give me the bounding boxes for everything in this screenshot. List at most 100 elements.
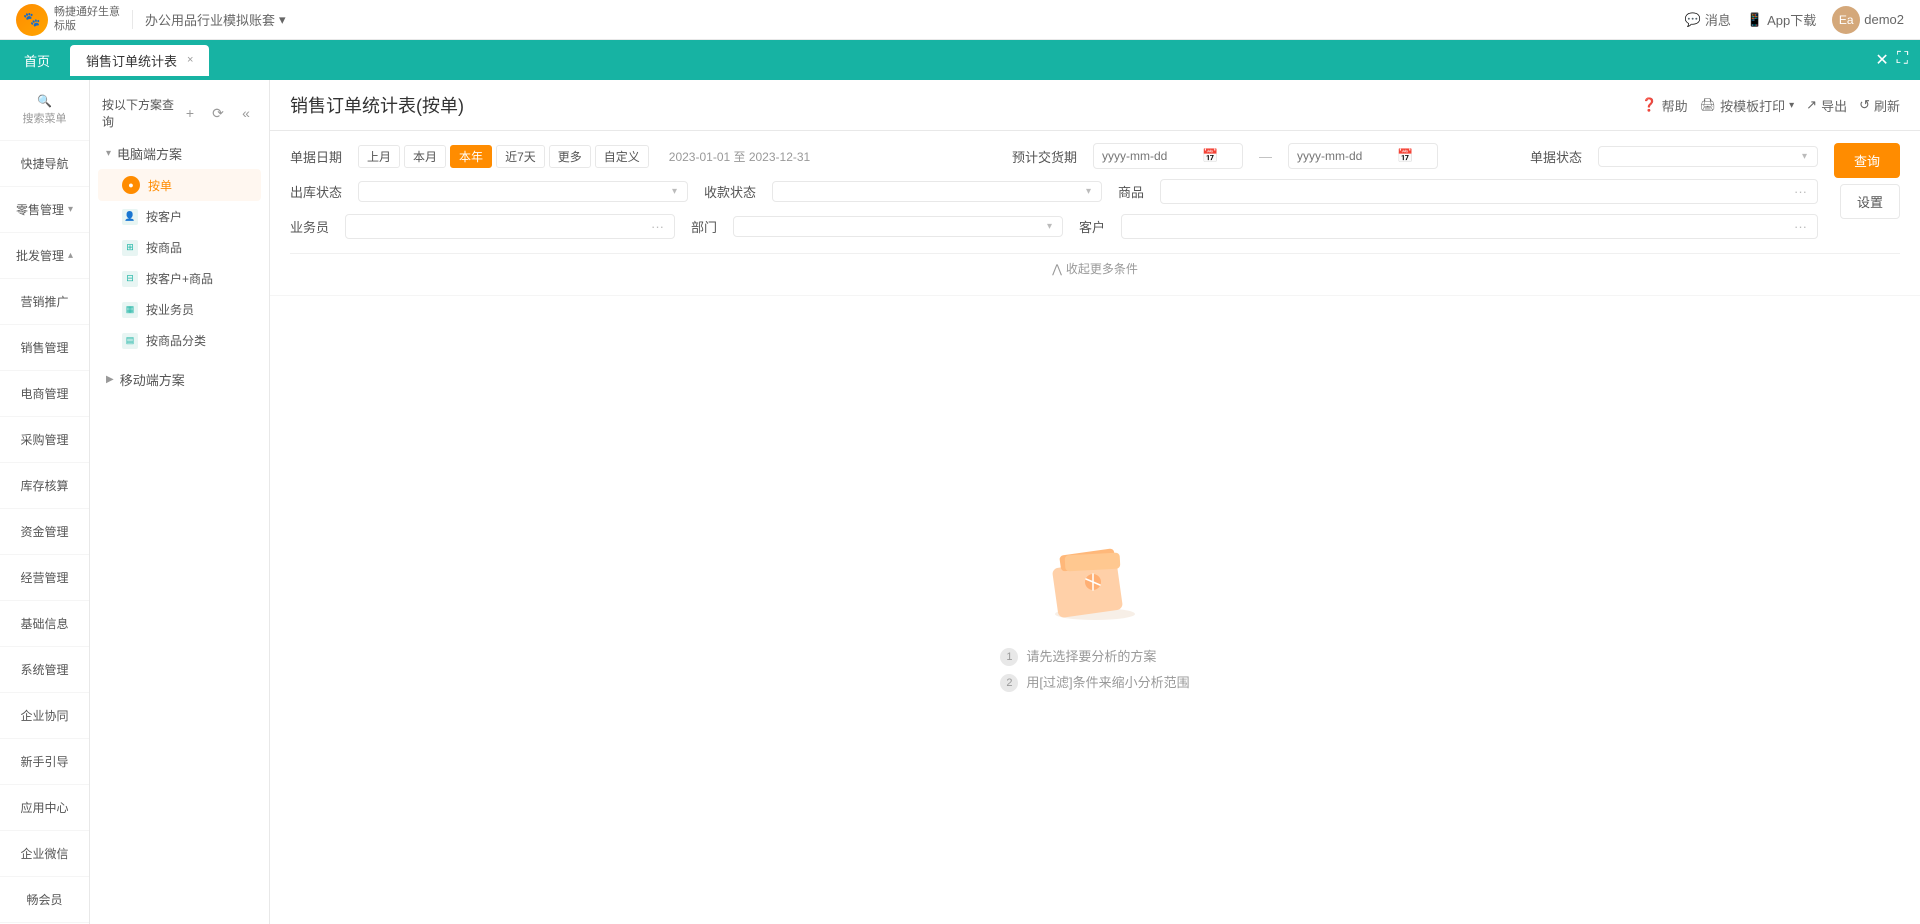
- customer-more-icon[interactable]: ···: [1794, 219, 1807, 234]
- download-button[interactable]: 📱 App下载: [1747, 10, 1816, 29]
- expected-delivery-label: 预计交货期: [1012, 147, 1077, 166]
- goods-more-icon[interactable]: ···: [1794, 184, 1807, 199]
- status-label: 单据状态: [1530, 147, 1582, 166]
- filter-row-status: 出库状态 ▾ 收款状态 ▾ 商品: [290, 179, 1818, 204]
- date-btn-custom[interactable]: 自定义: [595, 145, 649, 168]
- date-btn-this-month[interactable]: 本月: [404, 145, 446, 168]
- help-button[interactable]: ❓ 帮助: [1641, 96, 1687, 115]
- scheme-goods-icon: ⊞: [122, 240, 138, 256]
- collapse-panel-button[interactable]: «: [235, 102, 257, 124]
- logo-icon: 🐾: [16, 4, 48, 36]
- date-btn-this-year[interactable]: 本年: [450, 145, 492, 168]
- sidebar-item-enterprise[interactable]: 企业协同: [0, 693, 89, 739]
- avatar: Ea: [1832, 6, 1860, 34]
- help-icon: ❓: [1641, 97, 1657, 113]
- tab-home[interactable]: 首页: [8, 45, 66, 76]
- app-selector[interactable]: 办公用品行业模拟账套 ▾: [132, 10, 286, 29]
- date-btn-last-month[interactable]: 上月: [358, 145, 400, 168]
- sidebar-item-appcenter[interactable]: 应用中心: [0, 785, 89, 831]
- scheme-category-mobile[interactable]: ▶ 移动端方案: [98, 364, 261, 395]
- tab-sales-stat[interactable]: 销售订单统计表 ×: [70, 45, 209, 76]
- delivery-select-arrow: ▾: [672, 186, 677, 197]
- delivery-date-start-input[interactable]: [1102, 149, 1202, 163]
- chevron-icon: ▴: [68, 250, 73, 261]
- logo-text: 畅捷通好生意 标版: [54, 6, 120, 32]
- setting-button[interactable]: 设置: [1840, 184, 1900, 219]
- delivery-date-start[interactable]: 📅: [1093, 143, 1243, 169]
- sidebar-item-system[interactable]: 系统管理: [0, 647, 89, 693]
- sidebar-item-sales[interactable]: 销售管理: [0, 325, 89, 371]
- scheme-category-pc[interactable]: ▾ 电脑端方案: [98, 138, 261, 169]
- sidebar-item-ecommerce[interactable]: 电商管理: [0, 371, 89, 417]
- chevron-icon: ▾: [68, 204, 73, 215]
- date-btn-more[interactable]: 更多: [549, 145, 591, 168]
- sidebar-item-basic[interactable]: 基础信息: [0, 601, 89, 647]
- sidebar-item-member[interactable]: 畅会员: [0, 877, 89, 923]
- scheme-item-by-category[interactable]: ▤ 按商品分类: [98, 325, 261, 356]
- tab-close-icon[interactable]: ×: [187, 54, 193, 66]
- top-bar-left: 🐾 畅捷通好生意 标版 办公用品行业模拟账套 ▾: [16, 4, 286, 36]
- payment-status-label: 收款状态: [704, 182, 756, 201]
- filter-area: 单据日期 上月 本月 本年 近7天 更多 自定义 2023-01-01 至 20…: [270, 131, 1920, 295]
- salesperson-more-icon[interactable]: ···: [651, 219, 664, 234]
- sidebar-item-finance[interactable]: 资金管理: [0, 509, 89, 555]
- add-scheme-button[interactable]: +: [179, 102, 201, 124]
- tab-minimize-icon[interactable]: ✕: [1875, 50, 1888, 70]
- sidebar-item-wholesale[interactable]: 批发管理 ▴: [0, 233, 89, 279]
- sidebar-item-wechat[interactable]: 企业微信: [0, 831, 89, 877]
- payment-status-select[interactable]: ▾: [772, 181, 1102, 202]
- refresh-button[interactable]: ↺ 刷新: [1859, 96, 1900, 115]
- scheme-item-by-order[interactable]: ● 按单: [98, 169, 261, 201]
- date-shortcuts: 上月 本月 本年 近7天 更多 自定义: [358, 145, 649, 168]
- sidebar-item-inventory[interactable]: 库存核算: [0, 463, 89, 509]
- left-panel: 按以下方案查询 + ⟳ « ▾ 电脑端方案 ● 按单 👤 按客户: [90, 80, 270, 924]
- status-select[interactable]: ▾: [1598, 146, 1818, 167]
- query-button[interactable]: 查询: [1834, 143, 1900, 178]
- top-bar-right: 💬 消息 📱 App下载 Ea demo2: [1685, 6, 1904, 34]
- payment-select-arrow: ▾: [1086, 186, 1091, 197]
- calendar-icon: 📅: [1202, 148, 1218, 164]
- refresh-icon: ↺: [1859, 97, 1870, 113]
- top-bar: 🐾 畅捷通好生意 标版 办公用品行业模拟账套 ▾ 💬 消息 📱 App下载 Ea…: [0, 0, 1920, 40]
- user-area[interactable]: Ea demo2: [1832, 6, 1904, 34]
- scheme-item-by-goods[interactable]: ⊞ 按商品: [98, 232, 261, 263]
- sidebar-item-marketing[interactable]: 营销推广: [0, 279, 89, 325]
- print-arrow-icon: ▾: [1789, 100, 1794, 111]
- logo-area: 🐾 畅捷通好生意 标版: [16, 4, 120, 36]
- main-layout: 🔍 搜索菜单 快捷导航 零售管理 ▾ 批发管理 ▴ 营销推广 销售管理 电商管理…: [0, 80, 1920, 924]
- goods-label: 商品: [1118, 182, 1144, 201]
- scheme-item-by-salesperson[interactable]: ▦ 按业务员: [98, 294, 261, 325]
- sidebar-item-retail[interactable]: 零售管理 ▾: [0, 187, 89, 233]
- customer-select[interactable]: ···: [1121, 214, 1818, 239]
- date-range-display: 2023-01-01 至 2023-12-31: [669, 148, 810, 165]
- empty-tip-2: 2 用[过滤]条件来缩小分析范围: [1000, 670, 1189, 696]
- sidebar-search[interactable]: 🔍 搜索菜单: [0, 80, 89, 141]
- content-area: 按以下方案查询 + ⟳ « ▾ 电脑端方案 ● 按单 👤 按客户: [90, 80, 1920, 924]
- scheme-customer-icon: 👤: [122, 209, 138, 225]
- left-panel-actions: + ⟳ «: [179, 102, 257, 124]
- sidebar-item-operations[interactable]: 经营管理: [0, 555, 89, 601]
- print-icon: 🖨: [1700, 97, 1717, 113]
- collapse-button[interactable]: ⋀ 收起更多条件: [1052, 260, 1138, 277]
- filter-row-person: 业务员 ··· 部门 ▾ 客户: [290, 214, 1818, 239]
- sidebar-quick-nav[interactable]: 快捷导航: [0, 141, 89, 187]
- template-print-button[interactable]: 🖨 按模板打印 ▾: [1700, 96, 1795, 115]
- refresh-scheme-button[interactable]: ⟳: [207, 102, 229, 124]
- goods-select[interactable]: ···: [1160, 179, 1818, 204]
- date-btn-7days[interactable]: 近7天: [496, 145, 545, 168]
- department-select[interactable]: ▾: [733, 216, 1063, 237]
- date-label: 单据日期: [290, 147, 342, 166]
- export-button[interactable]: ↗ 导出: [1806, 96, 1847, 115]
- scheme-item-by-customer-goods[interactable]: ⊟ 按客户+商品: [98, 263, 261, 294]
- salesperson-select[interactable]: ···: [345, 214, 675, 239]
- delivery-date-end-input[interactable]: [1297, 149, 1397, 163]
- delivery-date-end[interactable]: 📅: [1288, 143, 1438, 169]
- sidebar-item-newuser[interactable]: 新手引导: [0, 739, 89, 785]
- message-button[interactable]: 💬 消息: [1685, 10, 1731, 29]
- scheme-item-by-customer[interactable]: 👤 按客户: [98, 201, 261, 232]
- tab-maximize-icon[interactable]: ⛶: [1897, 50, 1908, 70]
- delivery-status-select[interactable]: ▾: [358, 181, 688, 202]
- customer-label: 客户: [1079, 217, 1105, 236]
- query-area: 查询 设置: [1834, 143, 1900, 219]
- sidebar-item-purchase[interactable]: 采购管理: [0, 417, 89, 463]
